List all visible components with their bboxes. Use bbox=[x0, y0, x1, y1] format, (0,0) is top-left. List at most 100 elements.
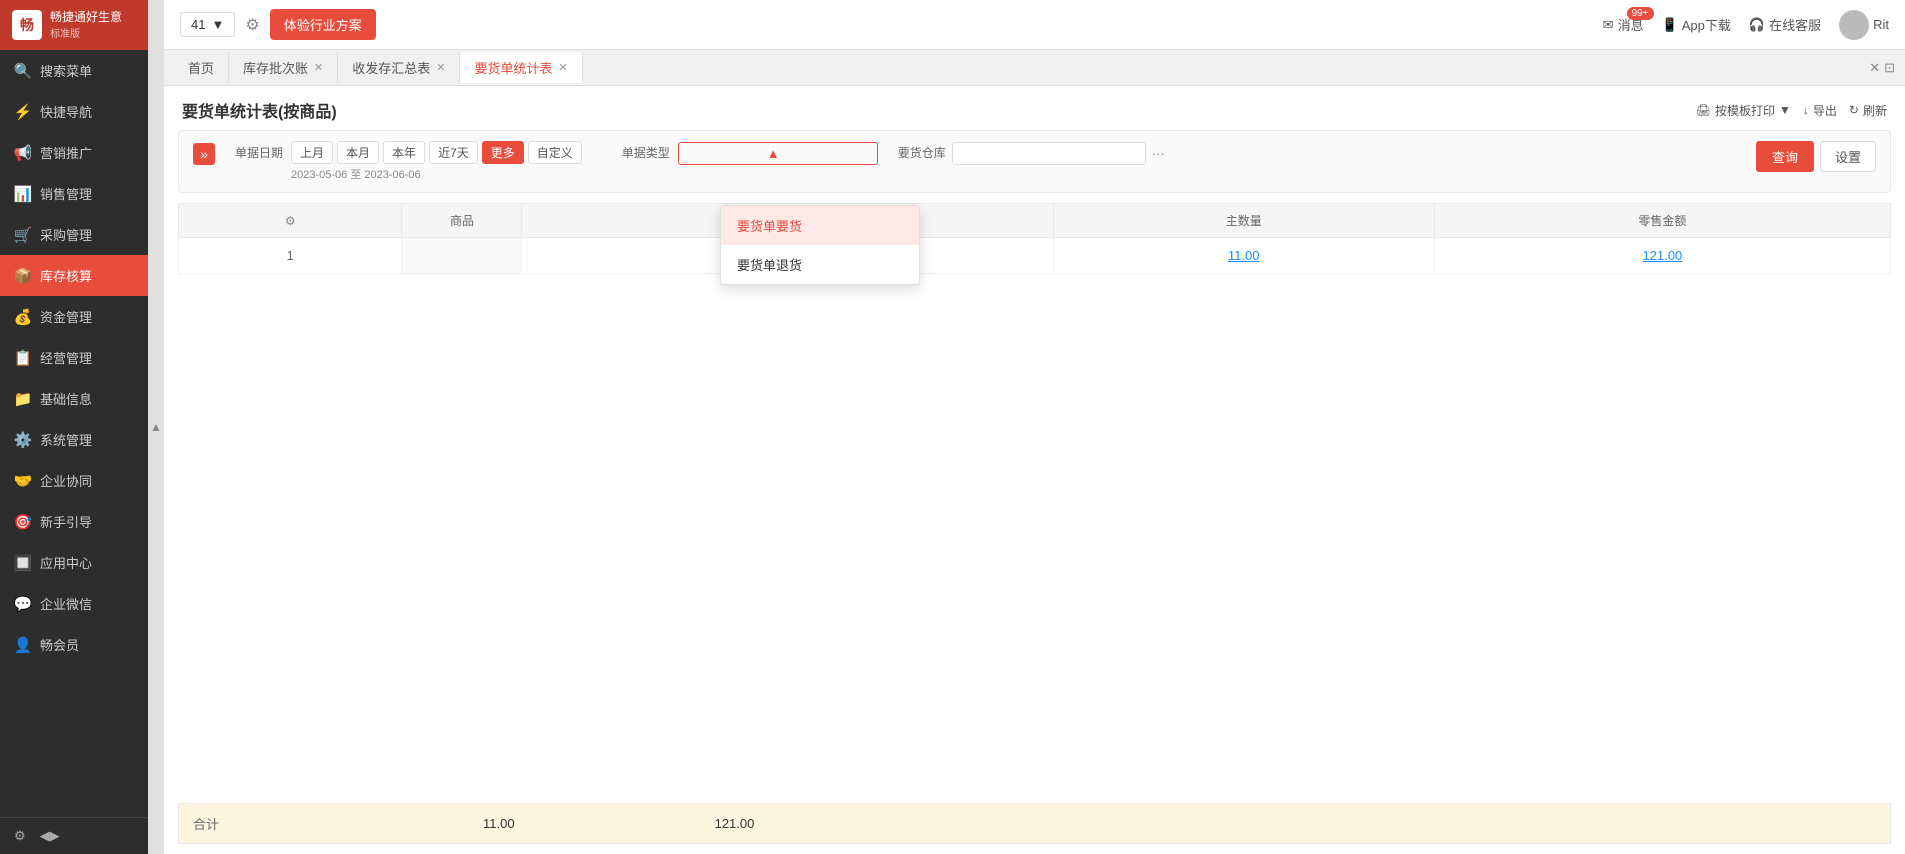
sidebar-item-label: 企业协同 bbox=[40, 471, 92, 490]
sidebar-item-finance[interactable]: 💰 资金管理 bbox=[0, 296, 148, 337]
print-button[interactable]: 🖨 按模板打印 ▼ bbox=[1696, 102, 1791, 119]
date-filter-controls: 上月 本月 本年 近7天 更多 自定义 2023-05-06 至 2023-06… bbox=[291, 141, 582, 182]
tab-maximize-icon[interactable]: ⊡ bbox=[1884, 60, 1895, 76]
appcenter-icon: 🔲 bbox=[14, 554, 32, 572]
table-footer: 合计 11.00 121.00 bbox=[178, 803, 1891, 844]
close-icon[interactable]: ✕ bbox=[314, 61, 323, 74]
sidebar-item-label: 畅会员 bbox=[40, 635, 79, 654]
tab-stock-summary[interactable]: 收发存汇总表 ✕ bbox=[338, 52, 460, 83]
close-icon[interactable]: ✕ bbox=[559, 61, 568, 74]
export-icon: ↓ bbox=[1803, 103, 1809, 117]
sidebar-item-guide[interactable]: 🎯 新手引导 bbox=[0, 501, 148, 542]
dropdown-item-order-delivery[interactable]: 要货单要货 bbox=[721, 206, 919, 245]
online-service-item[interactable]: 🎧 在线客服 bbox=[1749, 15, 1821, 34]
th-gear[interactable]: ⚙ bbox=[179, 204, 402, 238]
td-num: 1 bbox=[179, 238, 402, 274]
username-label: Rit bbox=[1873, 17, 1889, 32]
filter-actions: 查询 设置 bbox=[1756, 141, 1876, 172]
print-chevron-icon: ▼ bbox=[1779, 103, 1791, 117]
sidebar-item-basics[interactable]: 📁 基础信息 bbox=[0, 378, 148, 419]
service-icon: 🎧 bbox=[1749, 17, 1765, 33]
this-month-btn[interactable]: 本月 bbox=[337, 141, 379, 164]
export-button[interactable]: ↓ 导出 bbox=[1803, 102, 1837, 119]
messages-badge: 99+ bbox=[1627, 7, 1654, 20]
sidebar-collapse-strip[interactable]: ▲ bbox=[148, 0, 164, 854]
dropdown-item-order-return[interactable]: 要货单退货 bbox=[721, 245, 919, 284]
th-qty: 主数量 bbox=[1053, 204, 1434, 238]
online-service-label: 在线客服 bbox=[1769, 15, 1821, 34]
settings-footer-icon[interactable]: ⚙ bbox=[14, 828, 26, 844]
sidebar: 畅 畅捷通好生意 标准版 🔍 搜索菜单 ⚡ 快捷导航 📢 营销推广 📊 销售管理… bbox=[0, 0, 148, 854]
sidebar-footer: ⚙ ◀▶ bbox=[0, 817, 148, 854]
query-button[interactable]: 查询 bbox=[1756, 141, 1814, 172]
app-download-item[interactable]: 📱 App下载 bbox=[1662, 15, 1731, 34]
gear-icon: ⚙ bbox=[285, 214, 296, 228]
company-selector[interactable]: 41 ▼ bbox=[180, 12, 235, 37]
sidebar-item-inventory[interactable]: 📦 库存核算 bbox=[0, 255, 148, 296]
sidebar-item-label: 应用中心 bbox=[40, 553, 92, 572]
sidebar-item-marketing[interactable]: 📢 营销推广 bbox=[0, 132, 148, 173]
total-values: 11.00 121.00 bbox=[483, 816, 754, 831]
sidebar-item-appcenter[interactable]: 🔲 应用中心 bbox=[0, 542, 148, 583]
export-label: 导出 bbox=[1813, 102, 1837, 119]
date-filter-group: 单据日期 上月 本月 本年 近7天 更多 自定义 2023-05-06 至 20… bbox=[235, 141, 582, 182]
sidebar-nav: 🔍 搜索菜单 ⚡ 快捷导航 📢 营销推广 📊 销售管理 🛒 采购管理 📦 库存核… bbox=[0, 50, 148, 817]
type-dropdown-arrow: ▲ bbox=[767, 146, 780, 161]
sidebar-item-quicknav[interactable]: ⚡ 快捷导航 bbox=[0, 91, 148, 132]
last-month-btn[interactable]: 上月 bbox=[291, 141, 333, 164]
date-filter-label: 单据日期 bbox=[235, 141, 283, 165]
sidebar-item-collab[interactable]: 🤝 企业协同 bbox=[0, 460, 148, 501]
setting-button[interactable]: 设置 bbox=[1820, 141, 1876, 172]
sidebar-item-system[interactable]: ⚙️ 系统管理 bbox=[0, 419, 148, 460]
sidebar-item-operations[interactable]: 📋 经营管理 bbox=[0, 337, 148, 378]
td-amount[interactable]: 121.00 bbox=[1434, 238, 1890, 274]
tab-inventory-batch[interactable]: 库存批次账 ✕ bbox=[229, 52, 338, 83]
warehouse-filter-group: 要货仓库 ··· bbox=[898, 141, 1165, 165]
sidebar-item-member[interactable]: 👤 畅会员 bbox=[0, 624, 148, 665]
filter-more-button[interactable]: ··· bbox=[1152, 146, 1165, 161]
td-qty[interactable]: 11.00 bbox=[1053, 238, 1434, 274]
industry-button[interactable]: 体验行业方案 bbox=[270, 9, 376, 40]
data-table: ⚙ 商品 主计量单位 主数量 零售金额 1 块 11.00 121.00 bbox=[178, 203, 1891, 274]
topbar-gear-icon[interactable]: ⚙ bbox=[245, 15, 259, 35]
quicknav-icon: ⚡ bbox=[14, 103, 32, 121]
avatar bbox=[1839, 10, 1869, 40]
inventory-icon: 📦 bbox=[14, 267, 32, 285]
user-avatar-item[interactable]: Rit bbox=[1839, 10, 1889, 40]
tab-home[interactable]: 首页 bbox=[174, 52, 229, 83]
filter-expand-button[interactable]: » bbox=[193, 143, 215, 165]
last-7days-btn[interactable]: 近7天 bbox=[429, 141, 478, 164]
sidebar-item-label: 系统管理 bbox=[40, 430, 92, 449]
this-year-btn[interactable]: 本年 bbox=[383, 141, 425, 164]
topbar-right: ✉ 消息 99+ 📱 App下载 🎧 在线客服 Rit bbox=[1603, 10, 1889, 40]
refresh-button[interactable]: ↻ 刷新 bbox=[1849, 102, 1887, 119]
messages-item[interactable]: ✉ 消息 99+ bbox=[1603, 15, 1644, 34]
filter-bar: » 单据日期 上月 本月 本年 近7天 更多 自定义 2023-05-06 至 … bbox=[178, 130, 1891, 193]
custom-date-btn[interactable]: 自定义 bbox=[528, 141, 582, 164]
page-content: 要货单统计表(按商品) 🖨 按模板打印 ▼ ↓ 导出 ↻ 刷新 » bbox=[164, 86, 1905, 854]
tab-order-stat[interactable]: 要货单统计表 ✕ bbox=[460, 52, 582, 83]
more-dates-btn[interactable]: 更多 bbox=[482, 141, 524, 164]
close-icon[interactable]: ✕ bbox=[436, 61, 445, 74]
type-filter-dropdown[interactable]: ▲ bbox=[678, 142, 878, 165]
total-amount-value: 121.00 bbox=[715, 816, 755, 831]
page-header: 要货单统计表(按商品) 🖨 按模板打印 ▼ ↓ 导出 ↻ 刷新 bbox=[164, 86, 1905, 130]
tab-close-all-icon[interactable]: ✕ bbox=[1869, 60, 1880, 76]
sidebar-item-search[interactable]: 🔍 搜索菜单 bbox=[0, 50, 148, 91]
sidebar-item-label: 资金管理 bbox=[40, 307, 92, 326]
system-icon: ⚙️ bbox=[14, 431, 32, 449]
topbar-left: 41 ▼ ⚙ 体验行业方案 bbox=[180, 9, 376, 40]
collab-icon: 🤝 bbox=[14, 472, 32, 490]
company-value: 41 bbox=[191, 17, 205, 32]
type-dropdown-overlay: 要货单要货 要货单退货 bbox=[720, 205, 920, 285]
sidebar-item-label: 新手引导 bbox=[40, 512, 92, 531]
member-icon: 👤 bbox=[14, 636, 32, 654]
sidebar-item-label: 企业微信 bbox=[40, 594, 92, 613]
app-subtitle: 标准版 bbox=[50, 25, 122, 40]
type-filter-group: 单据类型 ▲ bbox=[622, 141, 878, 165]
warehouse-filter-input[interactable] bbox=[952, 142, 1146, 165]
sidebar-item-purchase[interactable]: 🛒 采购管理 bbox=[0, 214, 148, 255]
collapse-footer-icon[interactable]: ◀▶ bbox=[40, 828, 60, 844]
sidebar-item-sales[interactable]: 📊 销售管理 bbox=[0, 173, 148, 214]
sidebar-item-wecom[interactable]: 💬 企业微信 bbox=[0, 583, 148, 624]
